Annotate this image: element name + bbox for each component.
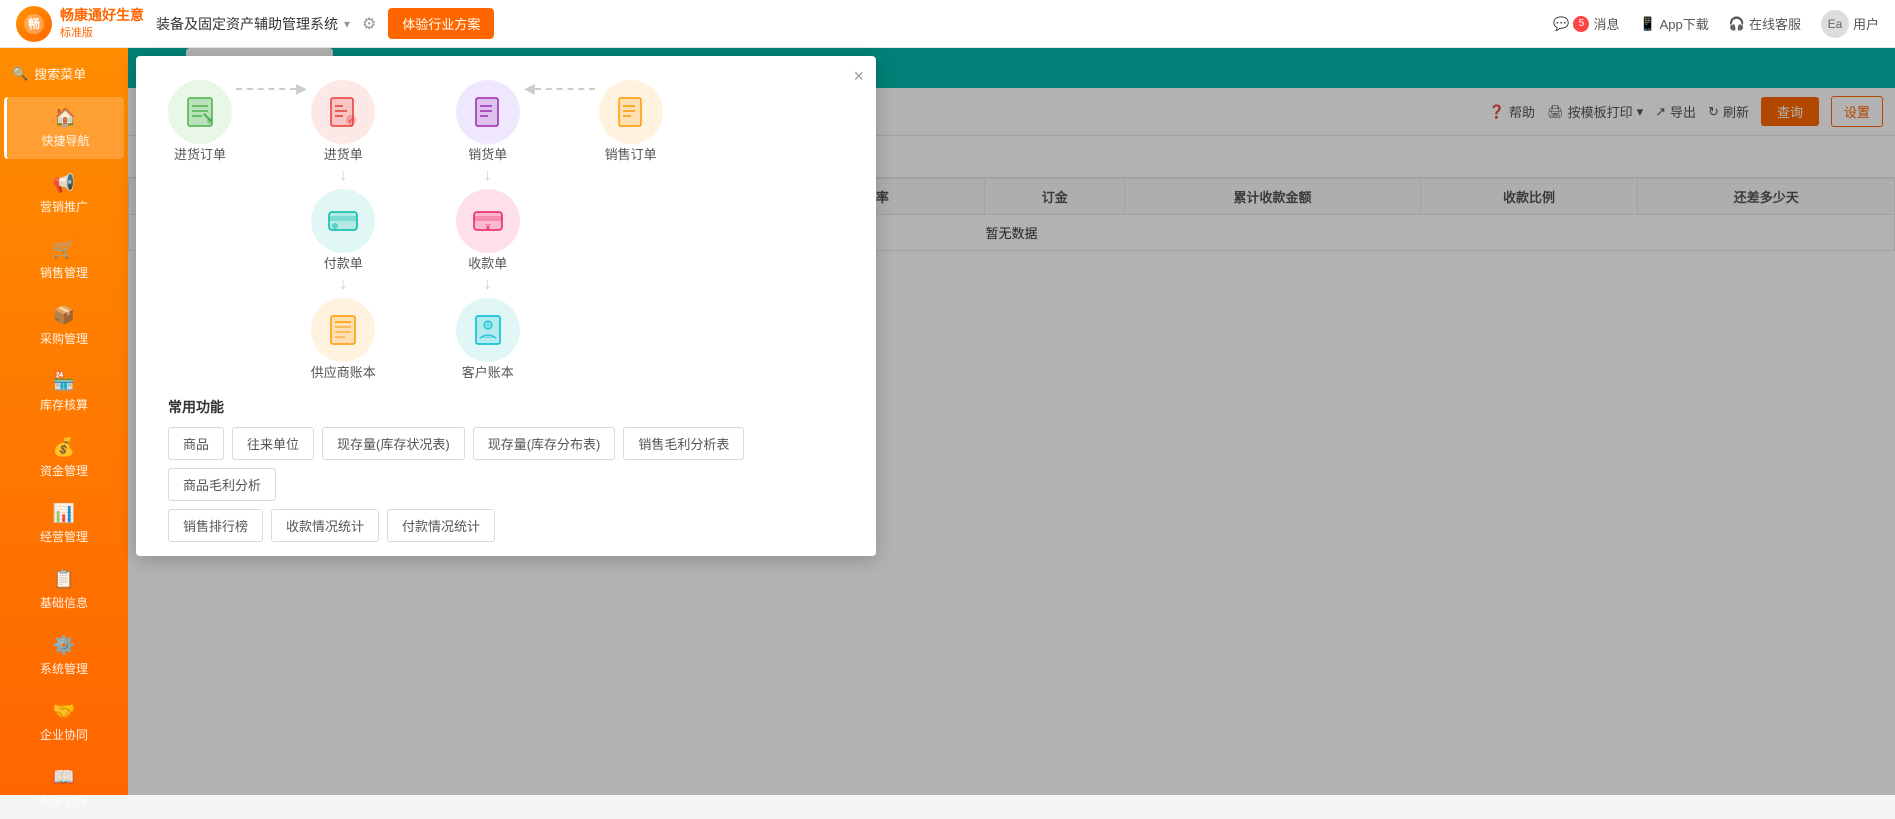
sales-bill-circle[interactable] bbox=[456, 80, 520, 144]
marketing-icon: 📢 bbox=[53, 173, 75, 194]
down-arrow-3: ↓ bbox=[339, 276, 347, 294]
sidebar-item-inventory[interactable]: 🏪 库存核算 bbox=[4, 361, 124, 423]
popup-box: × 进货订单 ▶ ✓ bbox=[136, 56, 876, 556]
popup-close-button[interactable]: × bbox=[853, 66, 864, 87]
purchase-icon: 📦 bbox=[53, 305, 75, 326]
finance-icon: 💰 bbox=[53, 437, 75, 458]
sidebar-item-newbie[interactable]: 📖 新手引导 bbox=[4, 757, 124, 819]
header-left: 畅 畅康通好生意 标准版 装备及固定资产辅助管理系统 ▾ ⚙ 体验行业方案 bbox=[16, 6, 494, 42]
sidebar-item-system[interactable]: ⚙️ 系统管理 bbox=[4, 625, 124, 687]
popup-overlay: × 进货订单 ▶ ✓ bbox=[128, 48, 1895, 795]
arrow-2: ▶ bbox=[520, 80, 599, 97]
popup-content: 进货订单 ▶ ✓ 进货单 ↓ bbox=[136, 56, 876, 556]
svg-text:畅: 畅 bbox=[28, 16, 40, 31]
func-btn-4[interactable]: 销售毛利分析表 bbox=[623, 427, 744, 460]
sidebar-item-marketing[interactable]: 📢 营销推广 bbox=[4, 163, 124, 225]
flow-node-purchase-order[interactable]: 进货订单 bbox=[168, 80, 232, 163]
arrow-1: ▶ bbox=[232, 80, 311, 97]
sidebar-item-enterprise[interactable]: 🤝 企业协同 bbox=[4, 691, 124, 753]
message-action[interactable]: 💬 5 消息 bbox=[1553, 14, 1619, 33]
enterprise-icon: 🤝 bbox=[53, 701, 75, 722]
down-arrow-2: ↓ bbox=[484, 167, 492, 185]
purchase-order-circle bbox=[168, 80, 232, 144]
func-btn-6[interactable]: 销售排行榜 bbox=[168, 509, 263, 542]
inventory-icon: 🏪 bbox=[53, 371, 75, 392]
system-title: 装备及固定资产辅助管理系统 ▾ bbox=[156, 14, 350, 34]
sidebar: 🔍 搜索菜单 🏠 快捷导航 📢 营销推广 🛒 销售管理 📦 采购管理 🏪 库存核… bbox=[0, 48, 128, 795]
system-dropdown-icon[interactable]: ▾ bbox=[344, 17, 350, 31]
flow-col-sales: 销货单 ↓ ¥ 收款单 ↓ 客户账本 bbox=[456, 80, 520, 381]
trial-button[interactable]: 体验行业方案 bbox=[388, 8, 494, 39]
func-btn-5[interactable]: 商品毛利分析 bbox=[168, 468, 276, 501]
search-icon: 🔍 bbox=[12, 66, 28, 82]
sidebar-item-quick-nav[interactable]: 🏠 快捷导航 bbox=[4, 97, 124, 159]
func-buttons-row1: 商品 往来单位 现存量(库存状况表) 现存量(库存分布表) 销售毛利分析表 商品… bbox=[168, 427, 844, 501]
system-icon: ⚙️ bbox=[53, 635, 75, 656]
supplier-account-circle[interactable] bbox=[311, 298, 375, 362]
purchase-bill-circle[interactable]: ✓ bbox=[311, 80, 375, 144]
flow-row-1: 进货订单 ▶ ✓ 进货单 ↓ bbox=[168, 80, 844, 381]
phone-icon: 📱 bbox=[1639, 16, 1655, 32]
common-functions-title: 常用功能 bbox=[168, 397, 844, 417]
settings-gear-icon[interactable]: ⚙ bbox=[362, 14, 376, 34]
down-arrow-4: ↓ bbox=[484, 276, 492, 294]
home-icon: 🏠 bbox=[54, 107, 76, 128]
common-functions: 常用功能 商品 往来单位 现存量(库存状况表) 现存量(库存分布表) 销售毛利分… bbox=[168, 397, 844, 542]
message-badge: 5 bbox=[1573, 16, 1589, 32]
online-service-action[interactable]: 🎧 在线客服 bbox=[1729, 14, 1801, 33]
header-right: 💬 5 消息 📱 App下载 🎧 在线客服 Ea 用户 bbox=[1553, 10, 1879, 38]
func-btn-2[interactable]: 现存量(库存状况表) bbox=[322, 427, 465, 460]
search-menu[interactable]: 🔍 搜索菜单 bbox=[0, 56, 128, 91]
logo-area: 畅 畅康通好生意 标准版 bbox=[16, 6, 144, 42]
func-btn-8[interactable]: 付款情况统计 bbox=[387, 509, 495, 542]
top-header: 畅 畅康通好生意 标准版 装备及固定资产辅助管理系统 ▾ ⚙ 体验行业方案 💬 … bbox=[0, 0, 1895, 48]
sales-order-circle bbox=[599, 80, 663, 144]
sales-icon: 🛒 bbox=[53, 239, 75, 260]
customer-account-circle[interactable] bbox=[456, 298, 520, 362]
svg-text:✓: ✓ bbox=[348, 116, 355, 125]
payment-circle[interactable] bbox=[311, 189, 375, 253]
app-download-action[interactable]: 📱 App下载 bbox=[1639, 14, 1708, 33]
sidebar-item-operations[interactable]: 📊 经营管理 bbox=[4, 493, 124, 555]
flow-col-purchase: ✓ 进货单 ↓ 付款单 ↓ 供应商账本 bbox=[311, 80, 376, 381]
headset-icon: 🎧 bbox=[1729, 16, 1745, 32]
basic-info-icon: 📋 bbox=[53, 569, 75, 590]
newbie-icon: 📖 bbox=[53, 767, 75, 788]
func-btn-1[interactable]: 往来单位 bbox=[232, 427, 314, 460]
sidebar-item-finance[interactable]: 💰 资金管理 bbox=[4, 427, 124, 489]
func-btn-3[interactable]: 现存量(库存分布表) bbox=[473, 427, 616, 460]
flow-node-sales-order[interactable]: 销售订单 bbox=[599, 80, 663, 163]
svg-text:¥: ¥ bbox=[485, 223, 491, 232]
sidebar-item-sales[interactable]: 🛒 销售管理 bbox=[4, 229, 124, 291]
func-btn-0[interactable]: 商品 bbox=[168, 427, 224, 460]
func-btn-7[interactable]: 收款情况统计 bbox=[271, 509, 379, 542]
avatar: Ea bbox=[1821, 10, 1849, 38]
receipt-circle[interactable]: ¥ bbox=[456, 189, 520, 253]
message-icon: 💬 bbox=[1553, 16, 1569, 32]
sidebar-item-basic-info[interactable]: 📋 基础信息 bbox=[4, 559, 124, 621]
func-buttons-row2: 销售排行榜 收款情况统计 付款情况统计 bbox=[168, 509, 844, 542]
logo-icon: 畅 bbox=[16, 6, 52, 42]
logo-text: 畅康通好生意 标准版 bbox=[60, 6, 144, 41]
sidebar-item-purchase[interactable]: 📦 采购管理 bbox=[4, 295, 124, 357]
operations-icon: 📊 bbox=[53, 503, 75, 524]
down-arrow-1: ↓ bbox=[339, 167, 347, 185]
user-action[interactable]: Ea 用户 bbox=[1821, 10, 1879, 38]
